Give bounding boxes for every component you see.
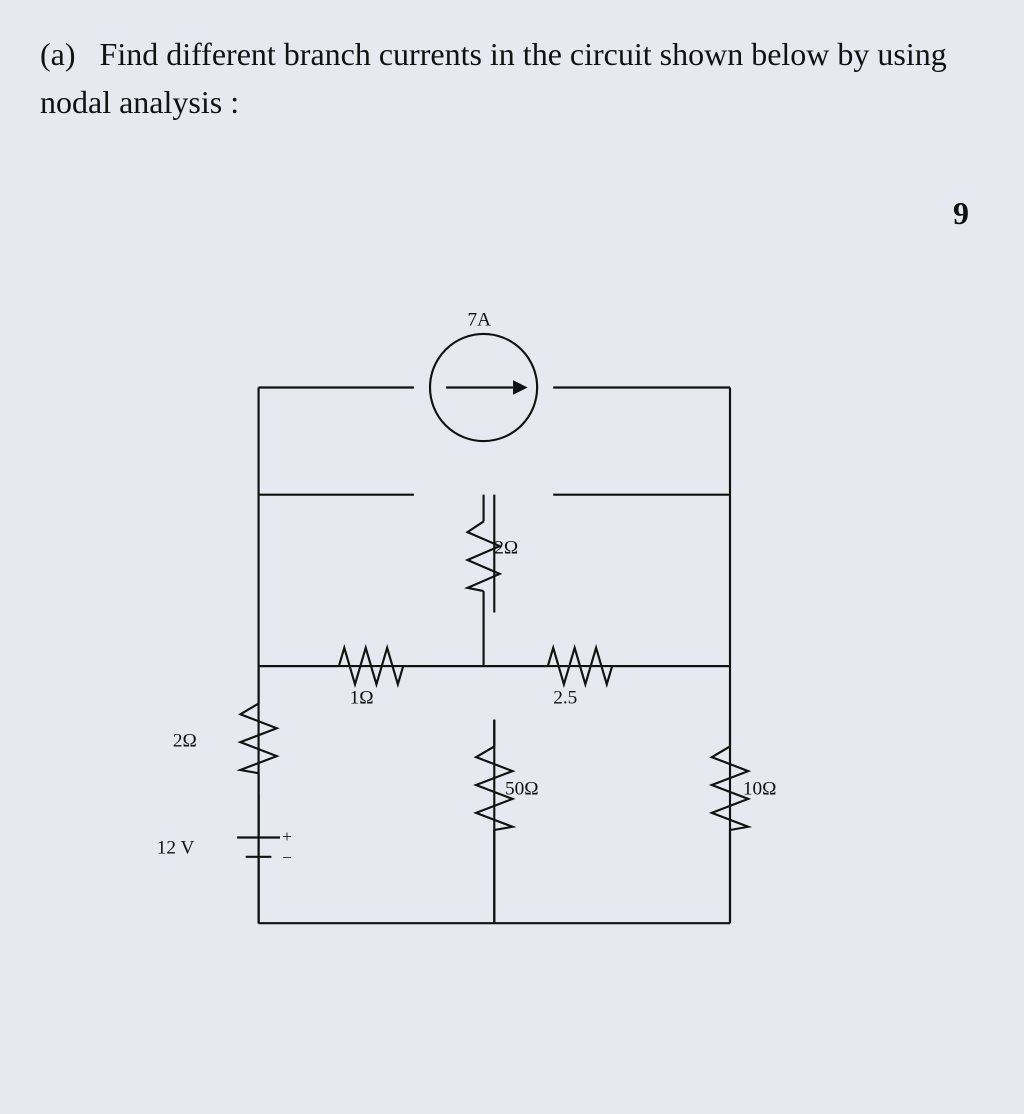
vsrc-minus-symbol: − (282, 848, 292, 867)
res2_5-label: 2.5 (553, 688, 577, 709)
res1ohm-label: 1Ω (350, 688, 374, 709)
vsrc-plus-symbol: + (282, 827, 292, 846)
res2_5-zigzag (548, 648, 612, 684)
res10-label: 10Ω (743, 779, 777, 800)
page: (a) Find different branch currents in th… (0, 0, 1024, 1114)
question-text: (a) Find different branch currents in th… (40, 30, 984, 126)
res50-label: 50Ω (505, 779, 539, 800)
current-source-arrowhead (514, 381, 527, 394)
circuit-svg: text { font-family: 'Times New Roman', T… (130, 300, 880, 1000)
current-source-label: 7A (468, 309, 492, 330)
res2ohm-center-label: 2Ω (494, 538, 518, 559)
question-part: (a) (40, 36, 76, 72)
res1ohm-zigzag (339, 648, 403, 684)
question-body: Find different branch currents in the ci… (40, 36, 947, 120)
marks-label: 9 (953, 195, 969, 232)
circuit-diagram: text { font-family: 'Times New Roman', T… (130, 300, 880, 1000)
res2ohm-left-label: 2Ω (173, 730, 197, 751)
vsrc-label: 12 V (157, 838, 195, 859)
